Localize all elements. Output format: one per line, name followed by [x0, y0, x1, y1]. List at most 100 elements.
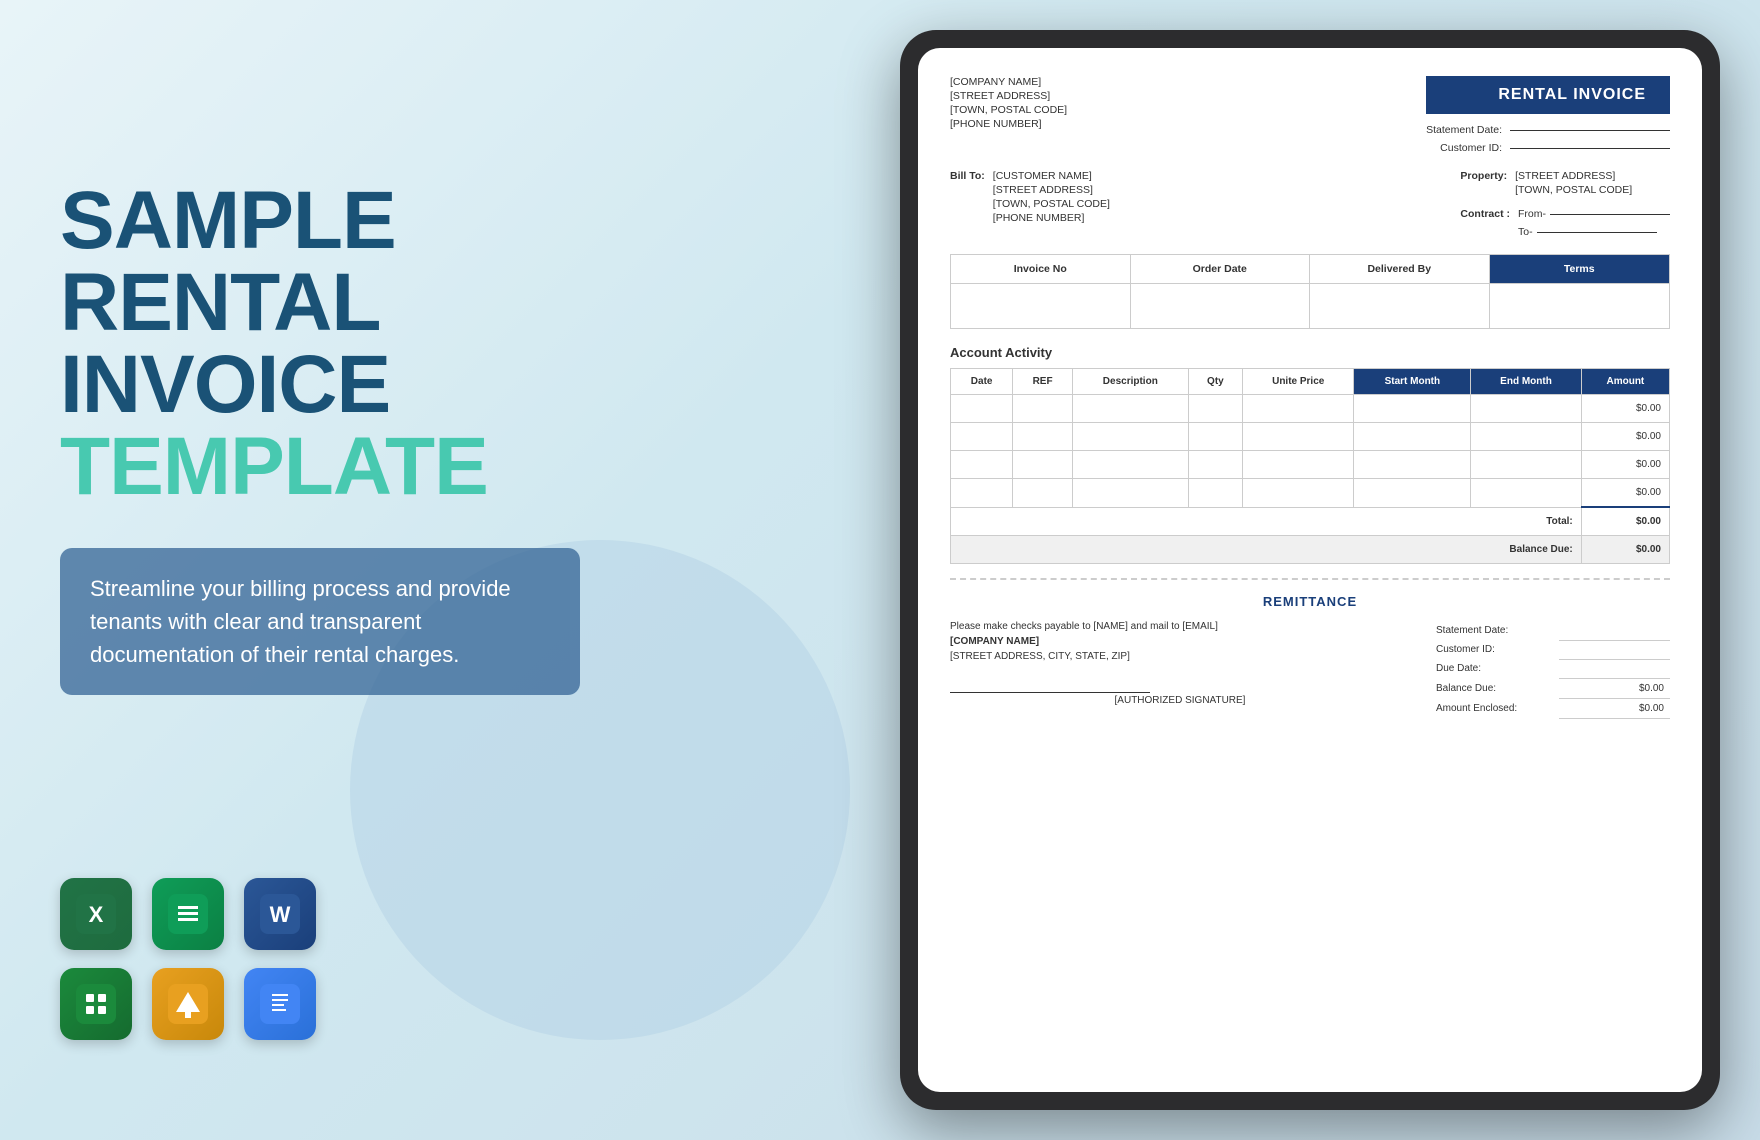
property-block: Property: [STREET ADDRESS] [TOWN, POSTAL…: [1460, 170, 1670, 238]
numbers-icon: [60, 968, 132, 1040]
activity-row-2: $0.00: [951, 423, 1670, 451]
customer-phone: [PHONE NUMBER]: [993, 212, 1110, 224]
contract-to-label: To-: [1518, 226, 1533, 238]
row3-qty: [1188, 451, 1242, 479]
row2-price: [1242, 423, 1353, 451]
remittance-company: [COMPANY NAME]: [950, 636, 1410, 647]
act-col-end-month: End Month: [1471, 369, 1582, 395]
contract-from-row: From-: [1518, 208, 1670, 220]
remittance-right: Statement Date: Customer ID: Due Date:: [1430, 621, 1670, 719]
remittance-instruction: Please make checks payable to [NAME] and…: [950, 621, 1410, 632]
row1-date: [951, 395, 1013, 423]
remit-due-label: Due Date:: [1430, 659, 1559, 678]
row4-qty: [1188, 479, 1242, 508]
row2-start: [1354, 423, 1471, 451]
remit-statement-value: [1559, 621, 1670, 640]
row1-desc: [1072, 395, 1188, 423]
remittance-address: [STREET ADDRESS, CITY, STATE, ZIP]: [950, 651, 1410, 662]
act-col-date: Date: [951, 369, 1013, 395]
title-line2: RENTAL: [60, 257, 380, 348]
remit-due-value: [1559, 659, 1670, 678]
activity-row-1: $0.00: [951, 395, 1670, 423]
company-phone: [PHONE NUMBER]: [950, 118, 1067, 130]
cell-invoice-no: [951, 284, 1131, 328]
remit-due-row: Due Date:: [1430, 659, 1670, 678]
signature-block: [AUTHORIZED SIGNATURE]: [950, 692, 1410, 706]
svg-text:W: W: [270, 902, 291, 927]
cell-order-date: [1131, 284, 1311, 328]
row3-date: [951, 451, 1013, 479]
row2-desc: [1072, 423, 1188, 451]
row2-ref: [1013, 423, 1073, 451]
bill-to-info: [CUSTOMER NAME] [STREET ADDRESS] [TOWN, …: [993, 170, 1110, 238]
invoice-title-area: RENTAL INVOICE Statement Date: Customer …: [1426, 76, 1670, 154]
remit-statement-row: Statement Date:: [1430, 621, 1670, 640]
invoice-document: [COMPANY NAME] [STREET ADDRESS] [TOWN, P…: [918, 48, 1702, 1092]
col-terms: Terms: [1490, 255, 1670, 283]
row1-end: [1471, 395, 1582, 423]
subtitle-box: Streamline your billing process and prov…: [60, 548, 580, 695]
customer-id-row: Customer ID:: [1440, 142, 1670, 154]
activity-row-3: $0.00: [951, 451, 1670, 479]
svg-text:X: X: [89, 902, 104, 927]
row2-end: [1471, 423, 1582, 451]
bill-to-label: Bill To:: [950, 170, 985, 238]
remit-statement-label: Statement Date:: [1430, 621, 1559, 640]
cell-delivered-by: [1310, 284, 1490, 328]
activity-row-4: $0.00: [951, 479, 1670, 508]
act-col-desc: Description: [1072, 369, 1188, 395]
contract-block-outer: Contract : From- To-: [1460, 208, 1670, 238]
tablet-outer-frame: [COMPANY NAME] [STREET ADDRESS] [TOWN, P…: [900, 30, 1720, 1110]
property-info: [STREET ADDRESS] [TOWN, POSTAL CODE]: [1515, 170, 1632, 198]
keynote-icon: [152, 968, 224, 1040]
statement-date-row: Statement Date:: [1426, 124, 1670, 136]
statement-area: Statement Date: Customer ID:: [1426, 124, 1670, 154]
account-activity-title: Account Activity: [950, 345, 1670, 360]
remit-customer-label: Customer ID:: [1430, 640, 1559, 659]
remittance-left: Please make checks payable to [NAME] and…: [950, 621, 1410, 719]
remit-customer-row: Customer ID:: [1430, 640, 1670, 659]
row4-start: [1354, 479, 1471, 508]
col-invoice-no: Invoice No: [951, 255, 1131, 283]
title-line1: SAMPLE: [60, 175, 396, 266]
remit-balance-value: $0.00: [1559, 678, 1670, 698]
customer-street: [STREET ADDRESS]: [993, 184, 1110, 196]
balance-due-label: Balance Due:: [951, 536, 1582, 564]
total-row: Total: $0.00: [951, 507, 1670, 536]
row4-price: [1242, 479, 1353, 508]
balance-due-row: Balance Due: $0.00: [951, 536, 1670, 564]
row4-ref: [1013, 479, 1073, 508]
activity-table: Date REF Description Qty Unite Price Sta…: [950, 368, 1670, 564]
invoice-title: RENTAL INVOICE: [1498, 86, 1646, 103]
word-icon: W: [244, 878, 316, 950]
row3-amount: $0.00: [1581, 451, 1669, 479]
row4-end: [1471, 479, 1582, 508]
statement-date-underline: [1510, 130, 1670, 131]
customer-id-underline: [1510, 148, 1670, 149]
row1-ref: [1013, 395, 1073, 423]
row3-ref: [1013, 451, 1073, 479]
row4-desc: [1072, 479, 1188, 508]
remit-customer-value: [1559, 640, 1670, 659]
customer-town: [TOWN, POSTAL CODE]: [993, 198, 1110, 210]
row3-price: [1242, 451, 1353, 479]
row2-date: [951, 423, 1013, 451]
act-col-price: Unite Price: [1242, 369, 1353, 395]
tablet-screen: [COMPANY NAME] [STREET ADDRESS] [TOWN, P…: [918, 48, 1702, 1092]
bill-property-section: Bill To: [CUSTOMER NAME] [STREET ADDRESS…: [950, 170, 1670, 238]
invoice-table-header: Invoice No Order Date Delivered By Terms: [950, 254, 1670, 284]
row4-amount: $0.00: [1581, 479, 1669, 508]
row4-date: [951, 479, 1013, 508]
statement-date-label: Statement Date:: [1426, 124, 1502, 136]
sheets-icon: [152, 878, 224, 950]
invoice-header: [COMPANY NAME] [STREET ADDRESS] [TOWN, P…: [950, 76, 1670, 154]
excel-icon: X: [60, 878, 132, 950]
act-col-ref: REF: [1013, 369, 1073, 395]
customer-name: [CUSTOMER NAME]: [993, 170, 1110, 182]
row1-start: [1354, 395, 1471, 423]
col-delivered-by: Delivered By: [1310, 255, 1490, 283]
main-title: SAMPLE RENTAL INVOICE TEMPLATE: [60, 180, 620, 508]
customer-id-label: Customer ID:: [1440, 142, 1502, 154]
row2-amount: $0.00: [1581, 423, 1669, 451]
contract-info: From- To-: [1518, 208, 1670, 238]
